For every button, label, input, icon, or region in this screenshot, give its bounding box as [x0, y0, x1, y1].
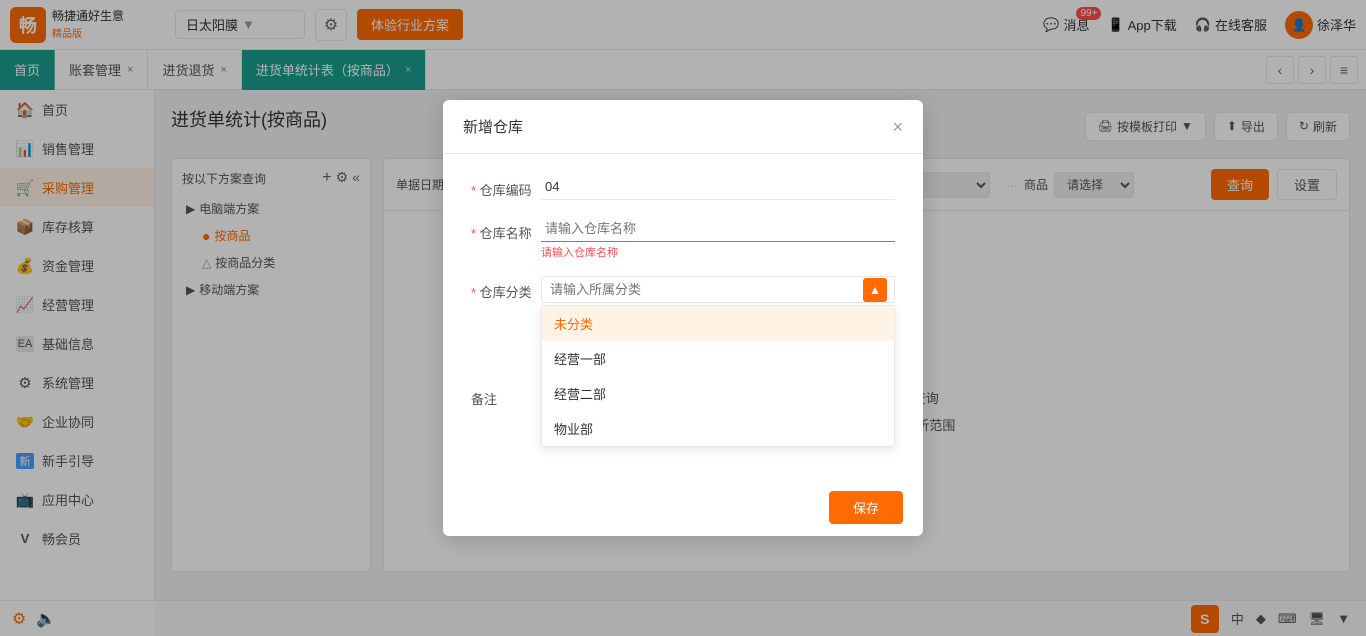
dropdown-arrow-icon[interactable]: ▲: [863, 278, 887, 302]
dropdown-list: 未分类 经营一部 经营二部 物业部: [541, 305, 895, 447]
modal-title: 新增仓库: [463, 116, 523, 137]
form-row-name: 仓库名称 请输入仓库名称: [471, 216, 895, 260]
modal-new-warehouse: 新增仓库 × 仓库编码 仓库名称 请输入仓库名称: [443, 100, 923, 536]
modal-body: 仓库编码 仓库名称 请输入仓库名称 仓库分类: [443, 154, 923, 479]
save-button[interactable]: 保存: [829, 491, 903, 524]
form-row-code: 仓库编码: [471, 174, 895, 200]
modal-overlay[interactable]: 新增仓库 × 仓库编码 仓库名称 请输入仓库名称: [0, 0, 1366, 636]
category-dropdown[interactable]: ▲ 未分类 经营一部 经营二部 物业部: [541, 276, 895, 303]
code-label: 仓库编码: [471, 174, 541, 199]
category-label: 仓库分类: [471, 276, 541, 301]
modal-close-button[interactable]: ×: [892, 118, 903, 136]
dropdown-option-dept2[interactable]: 经营二部: [542, 376, 894, 411]
dropdown-option-dept1[interactable]: 经营一部: [542, 341, 894, 376]
code-input[interactable]: [541, 174, 895, 200]
name-input[interactable]: [541, 216, 895, 242]
form-row-category: 仓库分类 ▲ 未分类 经营一部 经营二部 物业部: [471, 276, 895, 303]
modal-footer: 保存: [443, 479, 923, 536]
modal-header: 新增仓库 ×: [443, 100, 923, 154]
name-label: 仓库名称: [471, 217, 541, 242]
note-label: 备注: [471, 383, 541, 408]
dropdown-option-dept3[interactable]: 物业部: [542, 411, 894, 446]
name-error-msg: 请输入仓库名称: [541, 244, 618, 260]
dropdown-option-uncat[interactable]: 未分类: [542, 306, 894, 341]
category-input[interactable]: [541, 276, 895, 303]
